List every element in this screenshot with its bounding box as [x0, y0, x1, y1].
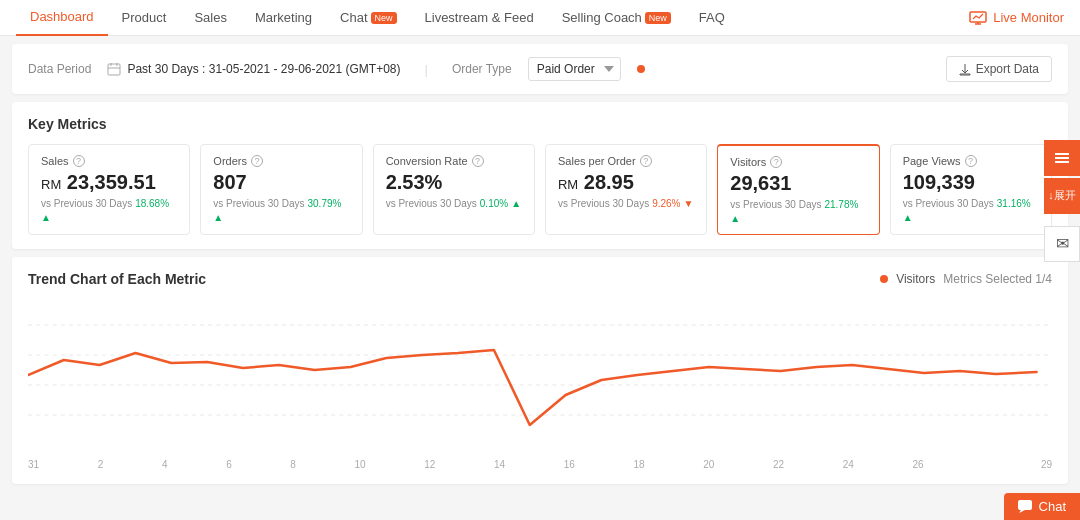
nav-sales[interactable]: Sales — [180, 0, 241, 36]
date-range-display: Past 30 Days : 31-05-2021 - 29-06-2021 (… — [107, 62, 400, 76]
metric-conversion-compare: vs Previous 30 Days 0.10% ▲ — [386, 198, 522, 209]
order-type-select[interactable]: Paid Order — [528, 57, 621, 81]
metric-visitors-name: Visitors ? — [730, 156, 866, 168]
metrics-selected-label: Metrics Selected 1/4 — [943, 272, 1052, 286]
metric-orders-value: 807 — [213, 171, 349, 194]
svg-rect-12 — [1055, 157, 1069, 159]
orders-info-icon[interactable]: ? — [251, 155, 263, 167]
chat-button[interactable]: Chat — [1004, 493, 1080, 520]
export-data-button[interactable]: Export Data — [946, 56, 1052, 82]
right-sidebar: ↓ 展开 ✉ — [1044, 140, 1080, 262]
nav-product[interactable]: Product — [108, 0, 181, 36]
calendar-icon — [107, 62, 121, 76]
metric-visitors: Visitors ? 29,631 vs Previous 30 Days 21… — [717, 144, 879, 235]
sales-info-icon[interactable]: ? — [73, 155, 85, 167]
nav-livestream[interactable]: Livestream & Feed — [411, 0, 548, 36]
nav-dashboard[interactable]: Dashboard — [16, 0, 108, 36]
trend-chart-section: Trend Chart of Each Metric Visitors Metr… — [12, 257, 1068, 484]
metric-visitors-value: 29,631 — [730, 172, 866, 195]
pv-info-icon[interactable]: ? — [965, 155, 977, 167]
trend-chart-svg — [28, 295, 1052, 455]
nav-faq[interactable]: FAQ — [685, 0, 739, 36]
mail-icon: ✉ — [1056, 234, 1069, 253]
chart-container — [28, 295, 1052, 455]
metric-orders-compare: vs Previous 30 Days 30.79% ▲ — [213, 198, 349, 223]
status-dot — [637, 65, 645, 73]
download-icon — [959, 63, 971, 76]
nav-selling-coach[interactable]: Selling Coach New — [548, 0, 685, 36]
metric-spo-value: RM 28.95 — [558, 171, 694, 194]
metric-orders: Orders ? 807 vs Previous 30 Days 30.79% … — [200, 144, 362, 235]
svg-rect-11 — [1055, 153, 1069, 155]
navigation: Dashboard Product Sales Marketing Chat N… — [0, 0, 1080, 36]
date-range-text: Past 30 Days : 31-05-2021 - 29-06-2021 (… — [127, 62, 400, 76]
data-period-label: Data Period — [28, 62, 91, 76]
metric-spo-name: Sales per Order ? — [558, 155, 694, 167]
order-type-label: Order Type — [452, 62, 512, 76]
nav-marketing[interactable]: Marketing — [241, 0, 326, 36]
filter-separator: | — [425, 62, 428, 77]
nav-chat[interactable]: Chat New — [326, 0, 410, 36]
nav-items: Dashboard Product Sales Marketing Chat N… — [16, 0, 969, 36]
svg-rect-14 — [1018, 500, 1032, 510]
metric-conversion-value: 2.53% — [386, 171, 522, 194]
metric-pv-value: 109,339 — [903, 171, 1039, 194]
metric-spo-compare: vs Previous 30 Days 9.26% ▼ — [558, 198, 694, 209]
metric-pv-name: Page Views ? — [903, 155, 1039, 167]
metrics-grid: Sales ? RM 23,359.51 vs Previous 30 Days… — [28, 144, 1052, 235]
metric-sales: Sales ? RM 23,359.51 vs Previous 30 Days… — [28, 144, 190, 235]
metric-sales-compare: vs Previous 30 Days 18.68% ▲ — [41, 198, 177, 223]
chat-bubble-icon — [1018, 500, 1034, 513]
svg-marker-15 — [1019, 510, 1025, 513]
conversion-info-icon[interactable]: ? — [472, 155, 484, 167]
spo-info-icon[interactable]: ? — [640, 155, 652, 167]
visitors-legend-dot — [880, 275, 888, 283]
metric-page-views: Page Views ? 109,339 vs Previous 30 Days… — [890, 144, 1052, 235]
metric-pv-compare: vs Previous 30 Days 31.16% ▲ — [903, 198, 1039, 223]
mail-button[interactable]: ✉ — [1044, 226, 1080, 262]
metric-conversion-name: Conversion Rate ? — [386, 155, 522, 167]
trend-legend: Visitors Metrics Selected 1/4 — [880, 272, 1052, 286]
expand-label: 展开 — [1054, 189, 1076, 202]
key-metrics-section: Key Metrics Sales ? RM 23,359.51 vs Prev… — [12, 102, 1068, 249]
chat-label: Chat — [1039, 499, 1066, 514]
metric-sales-per-order: Sales per Order ? RM 28.95 vs Previous 3… — [545, 144, 707, 235]
key-metrics-title: Key Metrics — [28, 116, 1052, 132]
chat-badge: New — [371, 12, 397, 24]
metric-sales-name: Sales ? — [41, 155, 177, 167]
monitor-icon — [969, 11, 987, 25]
svg-rect-13 — [1055, 161, 1069, 163]
live-monitor-button[interactable]: Live Monitor — [969, 10, 1064, 25]
menu-icon — [1053, 151, 1071, 165]
chart-x-axis: 31 2 4 6 8 10 12 14 16 18 20 22 24 26 29 — [28, 455, 1052, 470]
metric-visitors-compare: vs Previous 30 Days 21.78% ▲ — [730, 199, 866, 224]
metric-conversion: Conversion Rate ? 2.53% vs Previous 30 D… — [373, 144, 535, 235]
live-monitor-label: Live Monitor — [993, 10, 1064, 25]
svg-rect-3 — [108, 64, 120, 75]
visitors-legend-label: Visitors — [896, 272, 935, 286]
filter-bar: Data Period Past 30 Days : 31-05-2021 - … — [12, 44, 1068, 94]
main-content: Key Metrics Sales ? RM 23,359.51 vs Prev… — [12, 102, 1068, 484]
trend-title: Trend Chart of Each Metric — [28, 271, 206, 287]
expand-button[interactable]: ↓ 展开 — [1044, 178, 1080, 214]
visitors-info-icon[interactable]: ? — [770, 156, 782, 168]
metric-sales-value: RM 23,359.51 — [41, 171, 177, 194]
selling-coach-badge: New — [645, 12, 671, 24]
sidebar-menu-button[interactable] — [1044, 140, 1080, 176]
metric-orders-name: Orders ? — [213, 155, 349, 167]
trend-header: Trend Chart of Each Metric Visitors Metr… — [28, 271, 1052, 287]
